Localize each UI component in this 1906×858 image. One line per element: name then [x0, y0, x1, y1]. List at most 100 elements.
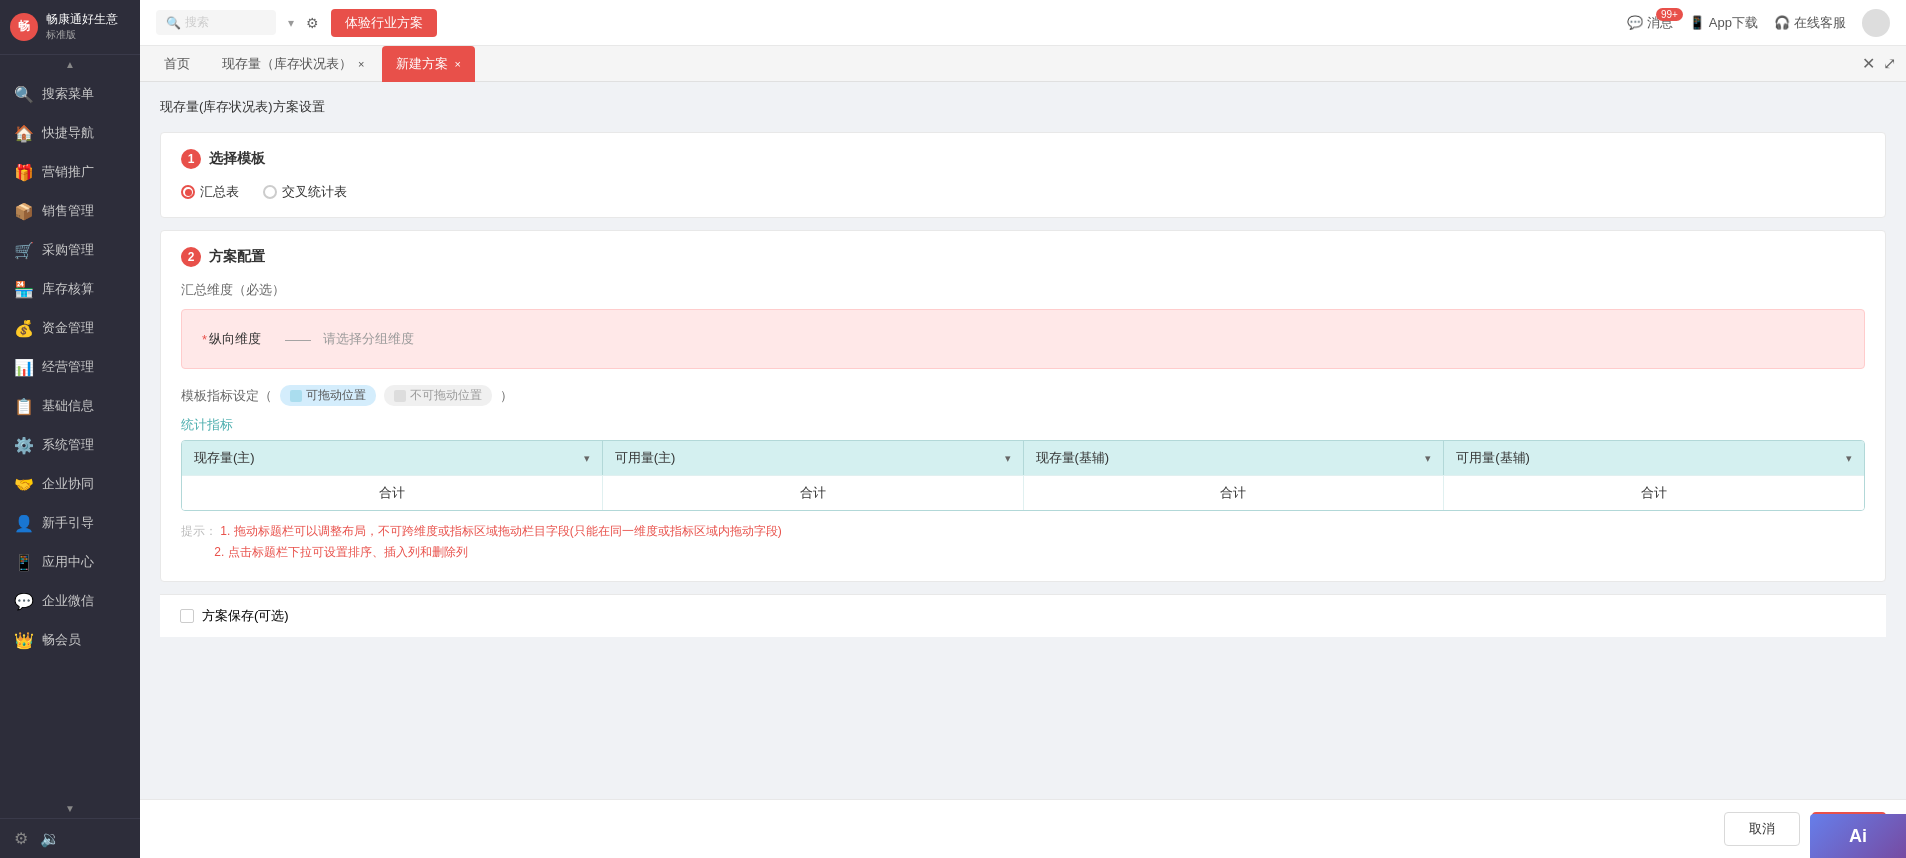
required-mark: *: [202, 332, 207, 347]
tips: 提示： 1. 拖动标题栏可以调整布局，不可跨维度或指标区域拖动栏目字段(只能在同…: [181, 523, 1865, 561]
stats-cell-0-2: 合计: [1024, 476, 1445, 510]
sidebar-item-label: 库存核算: [42, 280, 94, 298]
purchase-icon: 🛒: [14, 241, 34, 260]
stats-col-0-label: 现存量(主): [194, 449, 255, 467]
tab-expand-btn[interactable]: ⤢: [1883, 54, 1896, 73]
stats-col-3[interactable]: 可用量(基辅) ▾: [1444, 441, 1864, 475]
phone-icon: 📱: [1689, 15, 1705, 30]
sidebar-item-quick-nav[interactable]: 🏠 快捷导航: [0, 114, 140, 153]
topbar-gear-icon[interactable]: ⚙: [306, 15, 319, 31]
template-radio-group: 汇总表 交叉统计表: [181, 183, 1865, 201]
search-menu-icon: 🔍: [14, 85, 34, 104]
sidebar-item-label: 资金管理: [42, 319, 94, 337]
tab-close-btn[interactable]: ✕: [1862, 54, 1875, 73]
save-checkbox[interactable]: [180, 609, 194, 623]
sidebar-item-label: 营销推广: [42, 163, 94, 181]
sidebar-item-label: 快捷导航: [42, 124, 94, 142]
radio-summary[interactable]: 汇总表: [181, 183, 239, 201]
stats-col-2-label: 现存量(基辅): [1036, 449, 1110, 467]
tab-inventory-close[interactable]: ×: [358, 58, 364, 70]
section2-card: 2 方案配置 汇总维度（必选） * 纵向维度 —— 请选择分组维度 模板指标设定…: [160, 230, 1886, 582]
vip-icon: 👑: [14, 631, 34, 650]
operations-icon: 📊: [14, 358, 34, 377]
section2-num: 2: [181, 247, 201, 267]
sidebar-item-search-menu[interactable]: 🔍 搜索菜单: [0, 75, 140, 114]
stats-row-0: 合计 合计 合计 合计: [182, 475, 1864, 510]
stats-col-2[interactable]: 现存量(基辅) ▾: [1024, 441, 1445, 475]
stats-header: 现存量(主) ▾ 可用量(主) ▾ 现存量(基辅) ▾ 可用量(基辅) ▾: [182, 441, 1864, 475]
sidebar-item-newbie[interactable]: 👤 新手引导: [0, 504, 140, 543]
sidebar-scroll-down[interactable]: ▼: [0, 798, 140, 818]
section2-header: 2 方案配置: [181, 247, 1865, 267]
sidebar-scroll-up[interactable]: ▲: [0, 55, 140, 75]
section1-title: 选择模板: [209, 150, 265, 168]
indicator-label: 模板指标设定（ 可拖动位置 不可拖动位置 ）: [181, 385, 1865, 406]
newbie-icon: 👤: [14, 514, 34, 533]
topbar-avatar: [1862, 9, 1890, 37]
tab-new-plan-label: 新建方案: [396, 55, 448, 73]
tip-label: 提示： 1. 拖动标题栏可以调整布局，不可跨维度或指标区域拖动栏目字段(只能在同…: [181, 523, 1865, 540]
radio-cross[interactable]: 交叉统计表: [263, 183, 347, 201]
sidebar-item-app-center[interactable]: 📱 应用中心: [0, 543, 140, 582]
sidebar-item-enterprise[interactable]: 🤝 企业协同: [0, 465, 140, 504]
page-title: 现存量(库存状况表)方案设置: [160, 98, 1886, 116]
sidebar-item-label: 新手引导: [42, 514, 94, 532]
sidebar-item-marketing[interactable]: 🎁 营销推广: [0, 153, 140, 192]
ai-badge[interactable]: Ai: [1810, 814, 1906, 858]
sidebar-item-sales[interactable]: 📦 销售管理: [0, 192, 140, 231]
sidebar-item-system[interactable]: ⚙️ 系统管理: [0, 426, 140, 465]
draggable-tag: 可拖动位置: [280, 385, 376, 406]
stats-col-1[interactable]: 可用量(主) ▾: [603, 441, 1024, 475]
tab-home[interactable]: 首页: [150, 46, 204, 82]
cancel-button[interactable]: 取消: [1724, 812, 1800, 846]
stats-col-3-label: 可用量(基辅): [1456, 449, 1530, 467]
non-draggable-tag: 不可拖动位置: [384, 385, 492, 406]
topbar-service[interactable]: 🎧 在线客服: [1774, 14, 1846, 32]
sidebar-item-label: 畅会员: [42, 631, 81, 649]
trial-btn[interactable]: 体验行业方案: [331, 9, 437, 37]
stats-col-3-chevron: ▾: [1846, 452, 1852, 465]
summary-dim-label: 汇总维度（必选）: [181, 281, 1865, 299]
radio-summary-label: 汇总表: [200, 183, 239, 201]
sidebar-bottom: ⚙ 🔉: [0, 818, 140, 858]
stats-cell-0-0: 合计: [182, 476, 603, 510]
radio-cross-label: 交叉统计表: [282, 183, 347, 201]
dimension-box[interactable]: * 纵向维度 —— 请选择分组维度: [181, 309, 1865, 369]
topbar-right: 💬 消息 99+ 📱 App下载 🎧 在线客服: [1627, 9, 1890, 37]
tab-new-plan-close[interactable]: ×: [454, 58, 460, 70]
sidebar-item-operations[interactable]: 📊 经营管理: [0, 348, 140, 387]
tab-inventory-status[interactable]: 现存量（库存状况表） ×: [208, 46, 378, 82]
bottom-bar: 取消 查询: [140, 799, 1906, 858]
save-row: 方案保存(可选): [160, 594, 1886, 637]
enterprise-icon: 🤝: [14, 475, 34, 494]
topbar-search[interactable]: 🔍 搜索: [156, 10, 276, 35]
topbar-app[interactable]: 📱 App下载: [1689, 14, 1758, 32]
tab-new-plan[interactable]: 新建方案 ×: [382, 46, 474, 82]
topbar: 🔍 搜索 ▾ ⚙ 体验行业方案 💬 消息 99+ 📱 App下载 🎧 在线客服: [140, 0, 1906, 46]
sidebar-logo: 畅 畅康通好生意 标准版: [0, 0, 140, 55]
sidebar-item-wechat[interactable]: 💬 企业微信: [0, 582, 140, 621]
sidebar-item-inventory[interactable]: 🏪 库存核算: [0, 270, 140, 309]
sidebar-item-basic-info[interactable]: 📋 基础信息: [0, 387, 140, 426]
tab-inventory-label: 现存量（库存状况表）: [222, 55, 352, 73]
topbar-dropdown-chevron[interactable]: ▾: [288, 16, 294, 30]
sidebar-item-vip[interactable]: 👑 畅会员: [0, 621, 140, 660]
stats-col-0[interactable]: 现存量(主) ▾: [182, 441, 603, 475]
speaker-icon[interactable]: 🔉: [40, 829, 60, 848]
section1-num: 1: [181, 149, 201, 169]
main-area: 🔍 搜索 ▾ ⚙ 体验行业方案 💬 消息 99+ 📱 App下载 🎧 在线客服: [140, 0, 1906, 858]
sidebar-item-label: 企业协同: [42, 475, 94, 493]
radio-summary-dot: [181, 185, 195, 199]
sidebar-item-label: 搜索菜单: [42, 85, 94, 103]
settings-bottom-icon[interactable]: ⚙: [14, 829, 28, 848]
marketing-icon: 🎁: [14, 163, 34, 182]
stats-table: 现存量(主) ▾ 可用量(主) ▾ 现存量(基辅) ▾ 可用量(基辅) ▾: [181, 440, 1865, 511]
sidebar-item-purchase[interactable]: 🛒 采购管理: [0, 231, 140, 270]
sidebar-item-finance[interactable]: 💰 资金管理: [0, 309, 140, 348]
tab-home-label: 首页: [164, 55, 190, 73]
sidebar-item-label: 基础信息: [42, 397, 94, 415]
tabs-bar-right: ✕ ⤢: [1862, 54, 1896, 73]
page-content: 现存量(库存状况表)方案设置 1 选择模板 汇总表 交叉统计表 2: [140, 82, 1906, 799]
topbar-msg[interactable]: 💬 消息 99+: [1627, 14, 1673, 32]
stats-cell-0-1: 合计: [603, 476, 1024, 510]
